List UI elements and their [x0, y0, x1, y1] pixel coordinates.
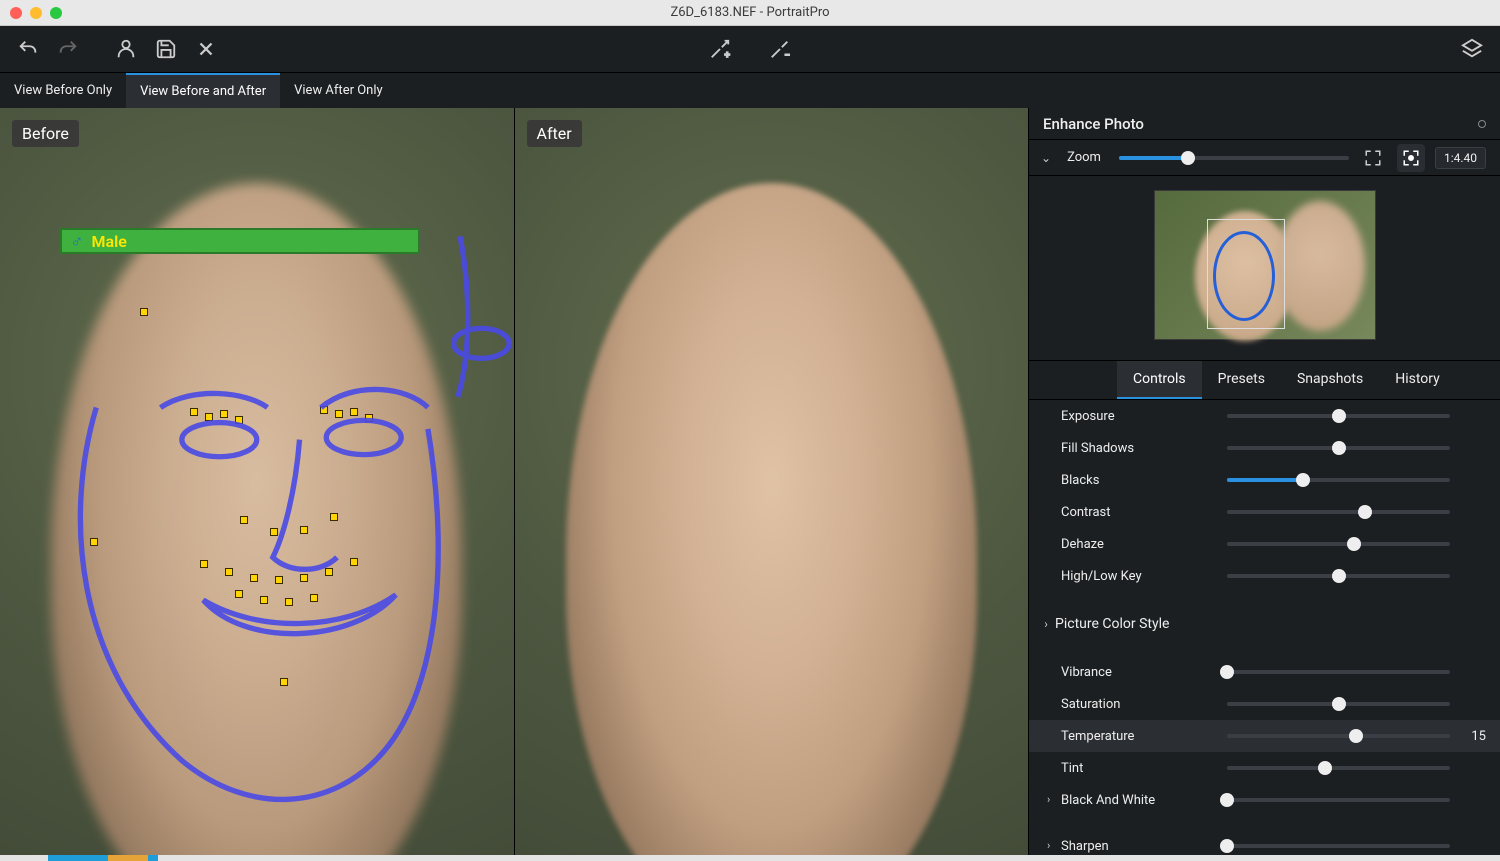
slider-label: Contrast	[1061, 505, 1221, 520]
slider-label: High/Low Key	[1061, 569, 1221, 584]
redo-button[interactable]	[48, 29, 88, 69]
slider-label: Tint	[1061, 761, 1221, 776]
slider-temperature[interactable]: Temperature 15	[1029, 720, 1500, 752]
zoom-ratio-display[interactable]: 1:4.40	[1435, 147, 1486, 169]
slider-high_low_key[interactable]: High/Low Key	[1029, 560, 1500, 592]
slider-track[interactable]	[1227, 510, 1450, 514]
slider-label: Fill Shadows	[1061, 441, 1221, 456]
view-mode-tabs: View Before Only View Before and After V…	[0, 72, 1500, 108]
sidebar-tabs: Controls Presets Snapshots History	[1029, 361, 1500, 400]
window-title: Z6D_6183.NEF - PortraitPro	[670, 5, 829, 20]
fit-to-screen-icon[interactable]	[1359, 144, 1387, 172]
window-titlebar: Z6D_6183.NEF - PortraitPro	[0, 0, 1500, 26]
bottom-strip	[0, 855, 1500, 861]
slider-label: Saturation	[1061, 697, 1221, 712]
slider-label: Sharpen	[1061, 839, 1221, 854]
layers-button[interactable]	[1452, 29, 1492, 69]
slider-saturation[interactable]: Saturation	[1029, 688, 1500, 720]
slider-value: 15	[1450, 729, 1486, 744]
slider-track[interactable]	[1227, 542, 1450, 546]
slider-track[interactable]	[1227, 414, 1450, 418]
after-panel[interactable]: After	[514, 108, 1029, 855]
navigator-face-oval	[1213, 231, 1275, 321]
sidebar: Enhance Photo ⌄ Zoom 1:4.40	[1028, 108, 1500, 855]
sidebar-header: Enhance Photo	[1029, 108, 1500, 140]
close-button[interactable]	[186, 29, 226, 69]
sidebar-help-icon[interactable]	[1478, 120, 1486, 128]
slider-track[interactable]	[1227, 798, 1450, 802]
slider-track[interactable]	[1227, 844, 1450, 848]
after-badge: After	[527, 120, 582, 147]
slider-bw[interactable]: ›Black And White	[1029, 784, 1500, 816]
tab-view-before-after[interactable]: View Before and After	[126, 73, 280, 108]
slider-label: Temperature	[1061, 729, 1221, 744]
navigator-thumbnail[interactable]	[1029, 176, 1500, 361]
save-button[interactable]	[146, 29, 186, 69]
slider-fill_shadows[interactable]: Fill Shadows	[1029, 432, 1500, 464]
image-comparison-area: Before ♂ Male	[0, 108, 1028, 855]
slider-track[interactable]	[1227, 446, 1450, 450]
slider-dehaze[interactable]: Dehaze	[1029, 528, 1500, 560]
window-close-button[interactable]	[10, 7, 22, 19]
slider-track[interactable]	[1227, 574, 1450, 578]
slider-track[interactable]	[1227, 734, 1450, 738]
slider-label: Vibrance	[1061, 665, 1221, 680]
tab-view-before-only[interactable]: View Before Only	[0, 73, 126, 108]
tab-history[interactable]: History	[1379, 361, 1456, 399]
slider-contrast[interactable]: Contrast	[1029, 496, 1500, 528]
slider-label: Exposure	[1061, 409, 1221, 424]
svg-text:+: +	[725, 51, 730, 60]
controls-panel: Exposure Fill Shadows Blacks Contrast Dehaze…	[1029, 400, 1500, 855]
fit-to-face-icon[interactable]	[1397, 144, 1425, 172]
brush-add-button[interactable]: +	[700, 29, 740, 69]
slider-track[interactable]	[1227, 670, 1450, 674]
slider-blacks[interactable]: Blacks	[1029, 464, 1500, 496]
slider-label: Black And White	[1061, 793, 1221, 808]
zoom-row: ⌄ Zoom 1:4.40	[1029, 140, 1500, 176]
slider-track[interactable]	[1227, 478, 1450, 482]
section-label: Picture Color Style	[1055, 616, 1169, 632]
chevron-right-icon: ›	[1047, 839, 1061, 852]
zoom-collapse-icon[interactable]: ⌄	[1035, 151, 1057, 165]
slider-label: Blacks	[1061, 473, 1221, 488]
before-panel[interactable]: Before ♂ Male	[0, 108, 514, 855]
tab-snapshots[interactable]: Snapshots	[1281, 361, 1379, 399]
undo-button[interactable]	[8, 29, 48, 69]
slider-sharpen[interactable]: ›Sharpen	[1029, 830, 1500, 855]
slider-track[interactable]	[1227, 766, 1450, 770]
before-badge: Before	[12, 120, 79, 147]
section-picture-color-style[interactable]: ›Picture Color Style	[1029, 606, 1500, 642]
window-minimize-button[interactable]	[30, 7, 42, 19]
tab-view-after-only[interactable]: View After Only	[280, 73, 397, 108]
zoom-label: Zoom	[1067, 150, 1101, 165]
slider-tint[interactable]: Tint	[1029, 752, 1500, 784]
slider-label: Dehaze	[1061, 537, 1221, 552]
slider-track[interactable]	[1227, 702, 1450, 706]
tab-presets[interactable]: Presets	[1202, 361, 1281, 399]
main-toolbar: + −	[0, 26, 1500, 72]
zoom-slider[interactable]	[1119, 156, 1349, 160]
slider-exposure[interactable]: Exposure	[1029, 400, 1500, 432]
face-outline-overlay[interactable]	[0, 108, 514, 855]
chevron-right-icon: ›	[1037, 617, 1055, 631]
person-button[interactable]	[106, 29, 146, 69]
svg-text:−: −	[785, 51, 790, 60]
traffic-lights	[10, 7, 62, 19]
window-maximize-button[interactable]	[50, 7, 62, 19]
tab-controls[interactable]: Controls	[1117, 361, 1202, 399]
slider-vibrance[interactable]: Vibrance	[1029, 656, 1500, 688]
chevron-right-icon: ›	[1047, 793, 1061, 806]
brush-remove-button[interactable]: −	[760, 29, 800, 69]
sidebar-title: Enhance Photo	[1043, 115, 1144, 133]
